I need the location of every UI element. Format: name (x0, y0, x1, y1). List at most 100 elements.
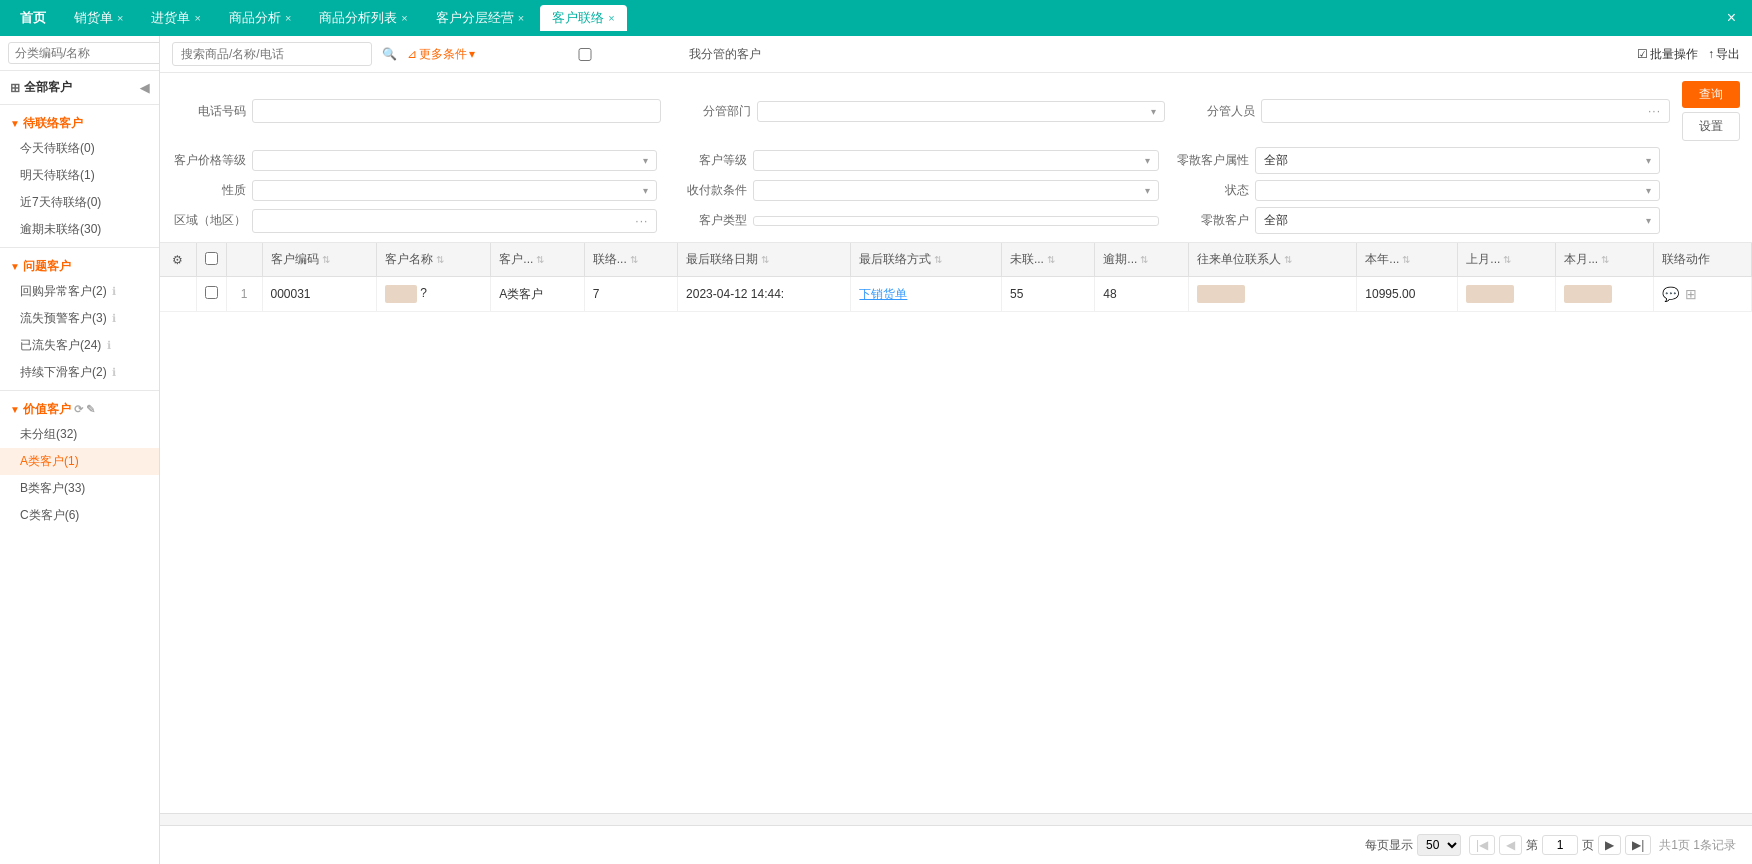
col-no-contact-days[interactable]: 未联... ⇅ (1001, 243, 1094, 277)
sidebar-search-area: 🔍 (0, 36, 159, 71)
col-company-contact[interactable]: 往来单位联系人 ⇅ (1188, 243, 1357, 277)
export-btn[interactable]: ↑ 导出 (1708, 46, 1740, 63)
pending-contact-group[interactable]: ▼ 待联络客户 (0, 109, 159, 135)
sidebar-class-c[interactable]: C类客户(6) (0, 502, 159, 529)
filter-payment: 收付款条件 ▾ (673, 180, 1158, 201)
filter-row-4: 区域（地区） ··· 客户类型 零散客户 全部 ▾ (172, 207, 1740, 234)
sidebar-repurchase-abnormal[interactable]: 回购异常客户(2) ℹ (0, 278, 159, 305)
nav-analysis-close[interactable]: × (285, 12, 291, 24)
sidebar-lost-customers[interactable]: 已流失客户(24) ℹ (0, 332, 159, 359)
nav-analysis-list[interactable]: 商品分析列表 × (307, 5, 419, 31)
settings-button[interactable]: 设置 (1682, 112, 1740, 141)
sidebar-loss-warning[interactable]: 流失预警客户(3) ℹ (0, 305, 159, 332)
payment-select[interactable]: ▾ (753, 180, 1158, 201)
phone-input[interactable] (252, 99, 661, 123)
customer-type-select[interactable] (753, 216, 1158, 226)
main-search-input[interactable] (172, 42, 372, 66)
info-icon-2: ℹ (107, 339, 111, 351)
sidebar-tomorrow-pending[interactable]: 明天待联络(1) (0, 162, 159, 189)
edit-icon[interactable]: ✎ (86, 403, 95, 416)
dept-select[interactable]: ▾ (757, 101, 1166, 122)
nature-select[interactable]: ▾ (252, 180, 657, 201)
sidebar-class-b[interactable]: B类客户(33) (0, 475, 159, 502)
retail-attr-value: 全部 (1264, 152, 1288, 169)
col-last-contact-method[interactable]: 最后联络方式 ⇅ (851, 243, 1002, 277)
row-last-contact-method[interactable]: 下销货单 (851, 277, 1002, 312)
next-page-btn[interactable]: ▶ (1598, 835, 1621, 855)
nav-analysis-list-close[interactable]: × (401, 12, 407, 24)
col-check[interactable] (196, 243, 226, 277)
col-contact-count[interactable]: 联络... ⇅ (584, 243, 677, 277)
nav-purchase[interactable]: 进货单 × (139, 5, 212, 31)
sidebar-class-a[interactable]: A类客户(1) (0, 448, 159, 475)
my-customer-checkbox[interactable] (485, 48, 685, 61)
per-page-select[interactable]: 50 (1417, 834, 1461, 856)
info-icon-0: ℹ (112, 285, 116, 297)
nav-sales-close[interactable]: × (117, 12, 123, 24)
nav-customer-tier[interactable]: 客户分层经营 × (424, 5, 536, 31)
status-select[interactable]: ▾ (1255, 180, 1660, 201)
col-last-contact-date[interactable]: 最后联络日期 ⇅ (678, 243, 851, 277)
col-current-month[interactable]: 本月... ⇅ (1556, 243, 1654, 277)
collapse-icon: ◀ (140, 81, 149, 95)
nav-analysis[interactable]: 商品分析 × (217, 5, 303, 31)
contact-method-link[interactable]: 下销货单 (859, 287, 907, 301)
col-code[interactable]: 客户编码 ⇅ (262, 243, 376, 277)
price-level-select[interactable]: ▾ (252, 150, 657, 171)
customer-level-label: 客户等级 (673, 152, 753, 169)
link-icon[interactable]: ⊞ (1685, 286, 1697, 302)
horizontal-scrollbar[interactable] (160, 813, 1752, 825)
chat-icon[interactable]: 💬 (1662, 286, 1679, 302)
main-search-icon[interactable]: 🔍 (382, 47, 397, 61)
refresh-icon[interactable]: ⟳ (74, 403, 83, 416)
sidebar-all-customers-header[interactable]: ⊞ 全部客户 ◀ (0, 71, 159, 100)
name-color-block (385, 285, 417, 303)
select-all-checkbox[interactable] (205, 252, 218, 265)
sort-icon-contact-count: ⇅ (630, 254, 638, 265)
person-select[interactable]: ··· (1261, 99, 1670, 123)
nav-home[interactable]: 首页 (8, 5, 58, 31)
col-name[interactable]: 客户名称 ⇅ (376, 243, 490, 277)
pending-contact-label: 待联络客户 (23, 115, 83, 132)
col-overdue-days[interactable]: 逾期... ⇅ (1095, 243, 1188, 277)
sidebar-unclassified[interactable]: 未分组(32) (0, 421, 159, 448)
sidebar-week-pending[interactable]: 近7天待联络(0) (0, 189, 159, 216)
sidebar-today-pending[interactable]: 今天待联络(0) (0, 135, 159, 162)
col-gear[interactable]: ⚙ (160, 243, 196, 277)
sidebar-overdue-pending[interactable]: 逾期未联络(30) (0, 216, 159, 243)
row-code[interactable]: 000031 (262, 277, 376, 312)
row-company-contact (1188, 277, 1357, 312)
nav-purchase-close[interactable]: × (194, 12, 200, 24)
nav-customer-contact-close[interactable]: × (608, 12, 614, 24)
batch-op-btn[interactable]: ☑ 批量操作 (1637, 46, 1698, 63)
current-month-block (1564, 285, 1612, 303)
customer-level-select[interactable]: ▾ (753, 150, 1158, 171)
nav-customer-contact[interactable]: 客户联络 × (540, 5, 626, 31)
close-all-tabs[interactable]: × (1719, 5, 1744, 31)
row-name[interactable]: ? (376, 277, 490, 312)
region-select[interactable]: ··· (252, 209, 657, 233)
content-area: 🔍 ⊿ 更多条件 ▾ 我分管的客户 ☑ 批量操作 ↑ 导出 (160, 36, 1752, 864)
my-customer-filter[interactable]: 我分管的客户 (485, 46, 761, 63)
col-current-year[interactable]: 本年... ⇅ (1357, 243, 1458, 277)
nav-sales[interactable]: 销货单 × (62, 5, 135, 31)
nav-customer-tier-close[interactable]: × (518, 12, 524, 24)
sidebar-declining-customers[interactable]: 持续下滑客户(2) ℹ (0, 359, 159, 386)
funnel-icon: ⊿ (407, 47, 417, 61)
query-button[interactable]: 查询 (1682, 81, 1740, 108)
sidebar-search-input[interactable] (8, 42, 160, 64)
page-input[interactable] (1542, 835, 1578, 855)
prev-page-btn[interactable]: ◀ (1499, 835, 1522, 855)
retail-customer-select[interactable]: 全部 ▾ (1255, 207, 1660, 234)
retail-attr-select[interactable]: 全部 ▾ (1255, 147, 1660, 174)
row-check[interactable] (196, 277, 226, 312)
value-customers-group[interactable]: ▼ 价值客户 ⟳ ✎ (0, 395, 159, 421)
row-checkbox[interactable] (205, 286, 218, 299)
problem-customers-group[interactable]: ▼ 问题客户 (0, 252, 159, 278)
first-page-btn[interactable]: |◀ (1469, 835, 1495, 855)
retail-attr-arrow: ▾ (1646, 155, 1651, 166)
col-last-month[interactable]: 上月... ⇅ (1458, 243, 1556, 277)
last-page-btn[interactable]: ▶| (1625, 835, 1651, 855)
more-conditions-btn[interactable]: ⊿ 更多条件 ▾ (407, 46, 475, 63)
col-level[interactable]: 客户... ⇅ (491, 243, 584, 277)
